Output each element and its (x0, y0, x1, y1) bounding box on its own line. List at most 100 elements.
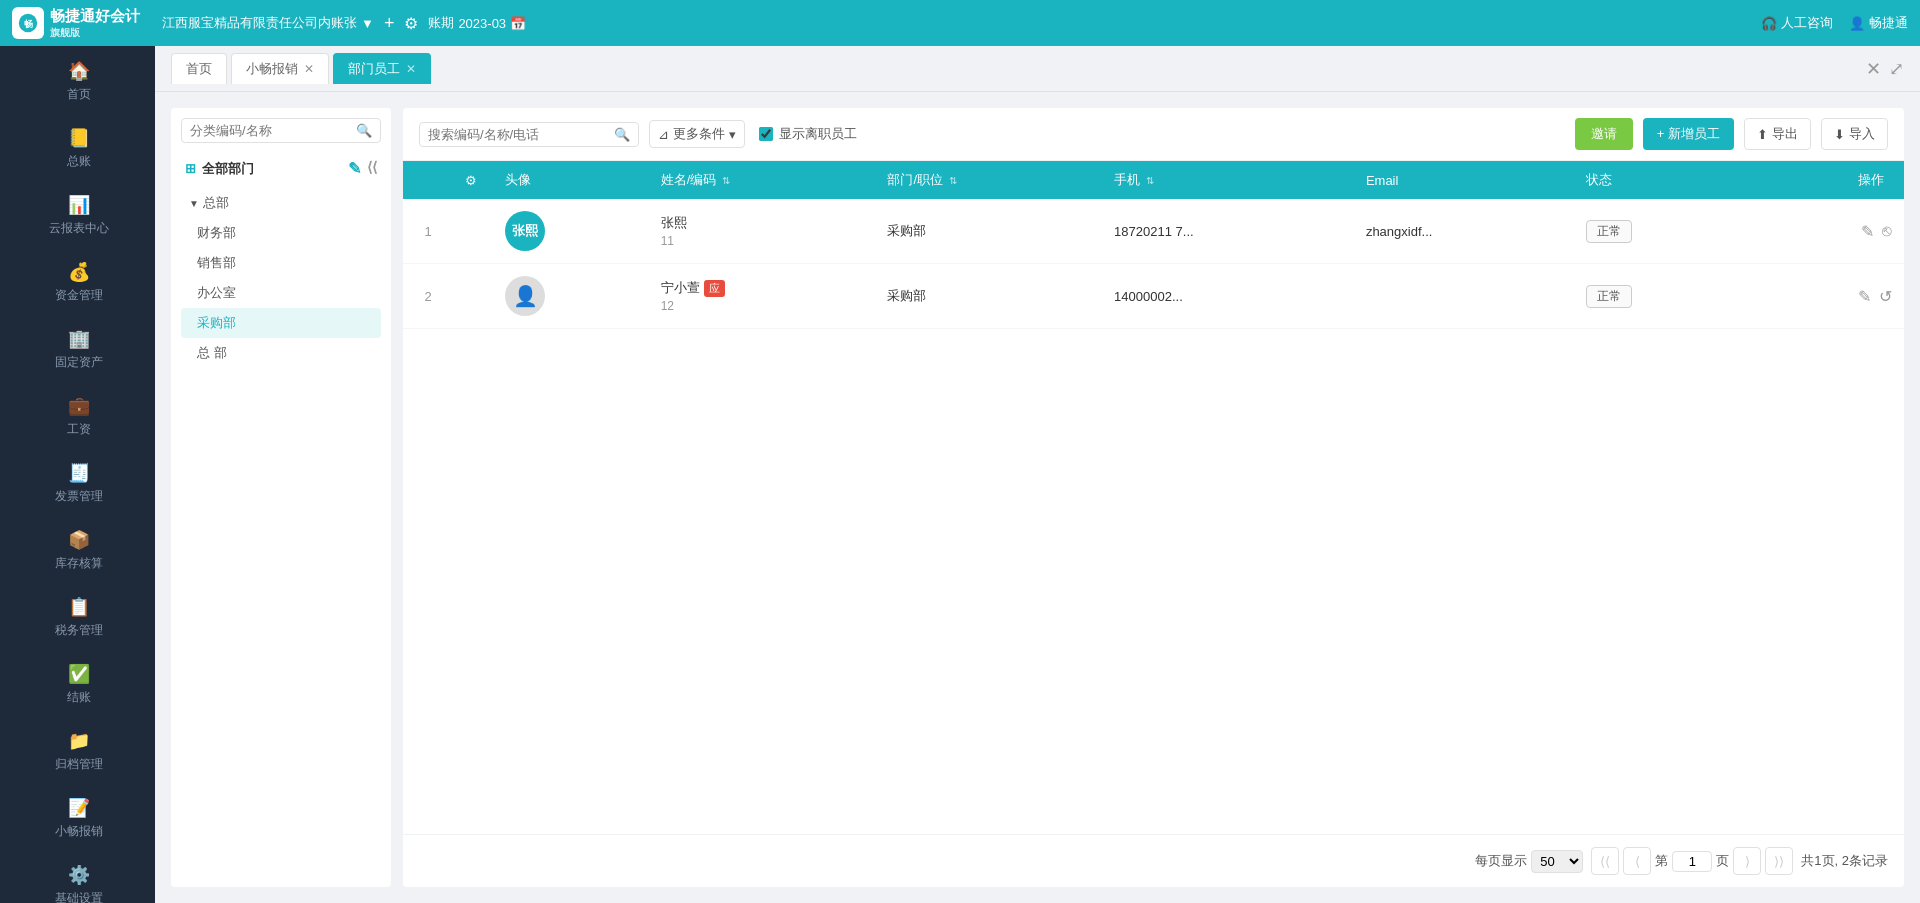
home-icon: 🏠 (68, 60, 90, 82)
filter-button[interactable]: ⊿ 更多条件 ▾ (649, 120, 745, 148)
tab-close-dept[interactable]: ✕ (406, 62, 416, 76)
sidebar-item-label: 税务管理 (55, 622, 103, 639)
dept-search-input[interactable] (190, 123, 350, 138)
edit-employee-button[interactable]: ✎ (1861, 222, 1874, 241)
dept-item-finance[interactable]: 财务部 (181, 218, 381, 248)
expense-icon: 📝 (68, 797, 90, 819)
ledger-icon: 📒 (68, 127, 90, 149)
settings-icon[interactable]: ⚙ (404, 14, 418, 33)
add-company-button[interactable]: + (384, 13, 395, 34)
sidebar-item-home[interactable]: 🏠 首页 (0, 46, 155, 113)
import-button[interactable]: ⬇ 导入 (1821, 118, 1888, 150)
sidebar-item-settings[interactable]: ⚙️ 基础设置 (0, 850, 155, 903)
col-dept[interactable]: 部门/职位 ⇅ (875, 161, 1102, 199)
tab-home[interactable]: 首页 (171, 53, 227, 84)
sidebar-item-tax[interactable]: 📋 税务管理 (0, 582, 155, 649)
sidebar-item-label: 固定资产 (55, 354, 103, 371)
sidebar-item-ledger[interactable]: 📒 总账 (0, 113, 155, 180)
tab-close-report[interactable]: ✕ (304, 62, 314, 76)
dept-item-hq[interactable]: 总 部 (181, 338, 381, 368)
sidebar-item-salary[interactable]: 💼 工资 (0, 381, 155, 448)
main-layout: 🏠 首页 📒 总账 📊 云报表中心 💰 资金管理 🏢 固定资产 💼 工资 🧾 发… (0, 46, 1920, 903)
expand-window-button[interactable]: ⤢ (1889, 58, 1904, 80)
edit-employee-button[interactable]: ✎ (1858, 287, 1871, 306)
col-avatar: 头像 (493, 161, 649, 199)
next-page-button[interactable]: ⟩ (1733, 847, 1761, 875)
table-row: 1 张熙 张熙 11 (403, 199, 1904, 264)
service-button[interactable]: 🎧 人工咨询 (1761, 14, 1833, 32)
sidebar-item-reports[interactable]: 📊 云报表中心 (0, 180, 155, 247)
sidebar-item-settle[interactable]: ✅ 结账 (0, 649, 155, 716)
employee-code: 12 (661, 299, 864, 313)
all-departments-item[interactable]: ⊞ 全部部门 ✎ ⟨⟨ (181, 153, 381, 184)
employee-data-table: ⚙ 头像 姓名/编码 ⇅ 部门/职位 ⇅ 手机 ⇅ Email 状态 操作 (403, 161, 1904, 329)
invite-button[interactable]: 邀请 (1575, 118, 1633, 150)
dept-item-general[interactable]: ▼ 总部 (181, 188, 381, 218)
sidebar-item-label: 小畅报销 (55, 823, 103, 840)
import-icon: ⬇ (1834, 127, 1845, 142)
col-no (403, 161, 453, 199)
calendar-icon[interactable]: 📅 (510, 16, 526, 31)
close-window-button[interactable]: ✕ (1866, 58, 1881, 80)
user-menu[interactable]: 👤 畅捷通 (1849, 14, 1908, 32)
employee-table: ⚙ 头像 姓名/编码 ⇅ 部门/职位 ⇅ 手机 ⇅ Email 状态 操作 (403, 161, 1904, 834)
grid-icon: ⊞ (185, 161, 196, 176)
department-panel: 🔍 ⊞ 全部部门 ✎ ⟨⟨ ▼ 总部 (171, 108, 391, 887)
add-employee-button[interactable]: + 新增员工 (1643, 118, 1734, 150)
page-input[interactable] (1672, 851, 1712, 872)
dept-item-office[interactable]: 办公室 (181, 278, 381, 308)
employee-panel: 🔍 ⊿ 更多条件 ▾ 显示离职员工 邀请 + (403, 108, 1904, 887)
last-page-button[interactable]: ⟩⟩ (1765, 847, 1793, 875)
col-name[interactable]: 姓名/编码 ⇅ (649, 161, 876, 199)
chevron-down-icon: ▾ (729, 127, 736, 142)
first-page-button[interactable]: ⟨⟨ (1591, 847, 1619, 875)
export-button[interactable]: ⬆ 导出 (1744, 118, 1811, 150)
col-phone[interactable]: 手机 ⇅ (1102, 161, 1354, 199)
sidebar-item-label: 发票管理 (55, 488, 103, 505)
row-name-code: 宁小萱 应 12 (649, 264, 876, 329)
row-name-code: 张熙 11 (649, 199, 876, 264)
dept-search-icon[interactable]: 🔍 (356, 123, 372, 138)
edition-label: 旗舰版 (50, 26, 140, 40)
company-selector[interactable]: 江西服宝精品有限责任公司内账张 ▼ (162, 14, 374, 32)
show-resigned-checkbox[interactable] (759, 127, 773, 141)
dept-item-sales[interactable]: 销售部 (181, 248, 381, 278)
row-actions: ✎ ⎋ (1754, 199, 1904, 264)
sidebar-item-stock[interactable]: 📦 库存核算 (0, 515, 155, 582)
employee-code: 11 (661, 234, 864, 248)
sidebar-item-assets[interactable]: 🏢 固定资产 (0, 314, 155, 381)
edit-dept-icon[interactable]: ✎ (348, 159, 361, 178)
tab-dept[interactable]: 部门员工 ✕ (333, 53, 431, 84)
reports-icon: 📊 (68, 194, 90, 216)
prev-page-button[interactable]: ⟨ (1623, 847, 1651, 875)
per-page-dropdown[interactable]: 50 10 20 100 (1531, 850, 1583, 873)
settings-nav-icon: ⚙️ (68, 864, 90, 886)
col-actions: 操作 (1754, 161, 1904, 199)
pagination: 每页显示 50 10 20 100 ⟨⟨ ⟨ 第 (403, 834, 1904, 887)
tax-icon: 📋 (68, 596, 90, 618)
topbar-right: 🎧 人工咨询 👤 畅捷通 (1761, 14, 1908, 32)
collapse-dept-icon[interactable]: ⟨⟨ (367, 159, 377, 178)
tab-report[interactable]: 小畅报销 ✕ (231, 53, 329, 84)
dept-item-purchase[interactable]: 采购部 (181, 308, 381, 338)
user-avatar-icon: 👤 (1849, 16, 1865, 31)
employee-toolbar: 🔍 ⊿ 更多条件 ▾ 显示离职员工 邀请 + (403, 108, 1904, 161)
sidebar-item-invoice[interactable]: 🧾 发票管理 (0, 448, 155, 515)
logout-employee-button[interactable]: ⎋ (1882, 222, 1892, 241)
delete-employee-button[interactable]: ↺ (1879, 287, 1892, 306)
employee-search-input[interactable] (428, 127, 608, 142)
sidebar-item-archive[interactable]: 📁 归档管理 (0, 716, 155, 783)
row-phone: 18720211 7... (1102, 199, 1354, 264)
all-dept-label: 全部部门 (202, 160, 254, 178)
sidebar-item-funds[interactable]: 💰 资金管理 (0, 247, 155, 314)
row-settings (453, 264, 493, 329)
logo-icon: 畅 (12, 7, 44, 39)
employee-name: 宁小萱 应 (661, 279, 864, 297)
sidebar-item-expense[interactable]: 📝 小畅报销 (0, 783, 155, 850)
row-avatar: 张熙 (493, 199, 649, 264)
status-badge: 正常 (1586, 220, 1632, 243)
search-icon[interactable]: 🔍 (614, 127, 630, 142)
employee-name: 张熙 (661, 214, 864, 232)
col-settings[interactable]: ⚙ (453, 161, 493, 199)
row-phone: 14000002... (1102, 264, 1354, 329)
